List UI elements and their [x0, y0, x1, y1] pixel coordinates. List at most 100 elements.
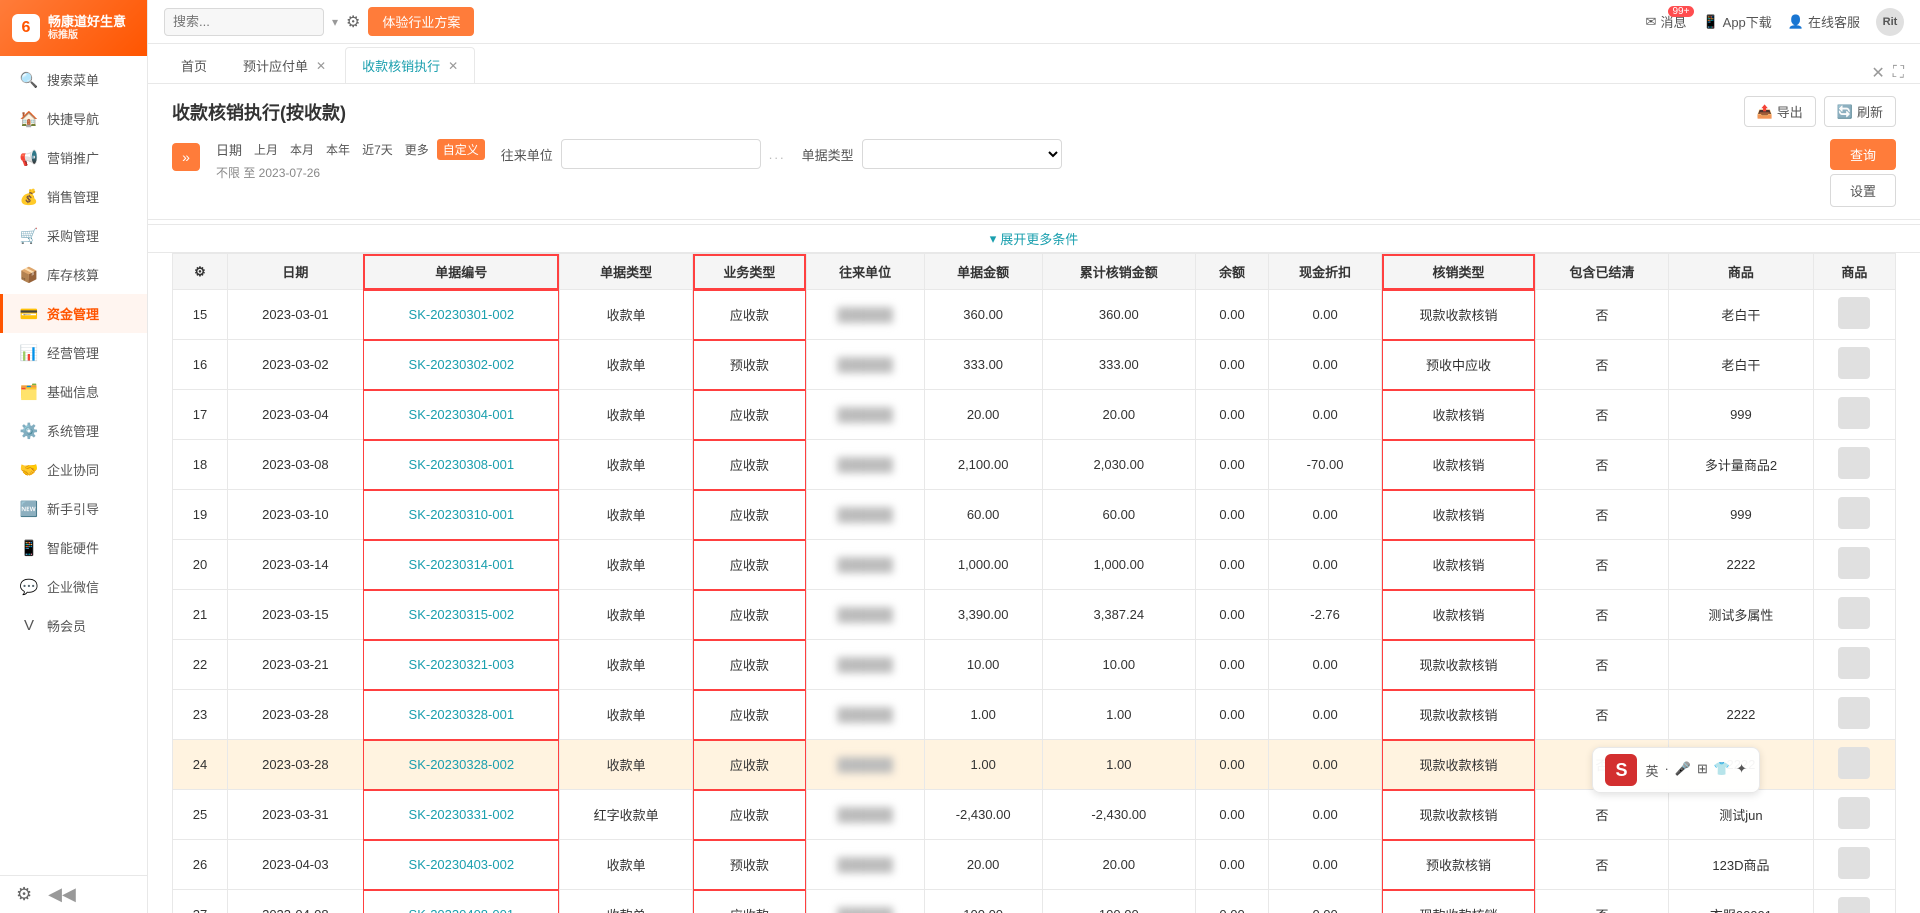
filter-voucher-type-group: 单据类型 — [802, 139, 1062, 169]
voucher-no-link[interactable]: SK-20230408-001 — [409, 907, 515, 913]
sidebar-item-operation[interactable]: 📊 经营管理 — [0, 333, 147, 372]
online-service-button[interactable]: 👤 在线客服 — [1788, 12, 1860, 31]
cell-include-settled: 否 — [1535, 540, 1668, 590]
cell-voucher-no: SK-20230314-001 — [363, 540, 559, 590]
sidebar-item-collab[interactable]: 🤝 企业协同 — [0, 450, 147, 489]
filter-expand-button[interactable]: ▾ 展开更多条件 — [148, 224, 1920, 252]
cell-date: 2023-03-15 — [228, 590, 364, 640]
voucher-no-link[interactable]: SK-20230314-001 — [409, 557, 515, 572]
table-row[interactable]: 18 2023-03-08 SK-20230308-001 收款单 应收款 ██… — [173, 440, 1896, 490]
sidebar-item-guide[interactable]: 🆕 新手引导 — [0, 489, 147, 528]
table-row[interactable]: 25 2023-03-31 SK-20230331-002 红字收款单 应收款 … — [173, 790, 1896, 840]
sidebar-item-hardware[interactable]: 📱 智能硬件 — [0, 528, 147, 567]
tab-maximize-icon[interactable]: ⛶ — [1893, 64, 1904, 82]
filter-date-custom[interactable]: 自定义 — [437, 139, 485, 160]
settings-gear-icon[interactable]: ⚙ — [16, 884, 32, 905]
cell-amount: 100.00 — [924, 890, 1042, 913]
cell-cash-discount: 0.00 — [1268, 290, 1381, 340]
solution-button[interactable]: 体验行业方案 — [368, 7, 474, 36]
voucher-no-link[interactable]: SK-20230315-002 — [409, 607, 515, 622]
voucher-no-link[interactable]: SK-20230328-002 — [409, 757, 515, 772]
filter-voucher-type-select[interactable] — [862, 139, 1062, 169]
table-row[interactable]: 27 2023-04-08 SK-20230408-001 收款单 应收款 ██… — [173, 890, 1896, 913]
cell-voucher-type: 收款单 — [559, 540, 692, 590]
sidebar-item-finance[interactable]: 💳 资金管理 — [0, 294, 147, 333]
topbar-search-input[interactable] — [164, 8, 324, 36]
cell-date: 2023-03-21 — [228, 640, 364, 690]
cell-cumulative: 1,000.00 — [1042, 540, 1196, 590]
refresh-button[interactable]: 🔄 刷新 — [1824, 96, 1896, 127]
cell-partner: ██████ — [806, 590, 924, 640]
sidebar-item-sales[interactable]: 💰 销售管理 — [0, 177, 147, 216]
cell-no: 27 — [173, 890, 228, 913]
table-row[interactable]: 19 2023-03-10 SK-20230310-001 收款单 应收款 ██… — [173, 490, 1896, 540]
cell-partner: ██████ — [806, 690, 924, 740]
sidebar-item-search[interactable]: 🔍 搜索菜单 — [0, 60, 147, 99]
cell-voucher-no: SK-20230301-002 — [363, 290, 559, 340]
sidebar-item-marketing[interactable]: 📢 营销推广 — [0, 138, 147, 177]
tab-payable[interactable]: 预计应付单 ✕ — [226, 47, 343, 83]
query-button[interactable]: 查询 — [1830, 139, 1896, 170]
filter-date-last-month[interactable]: 上月 — [250, 139, 282, 160]
table-row[interactable]: 16 2023-03-02 SK-20230302-002 收款单 预收款 ██… — [173, 340, 1896, 390]
table-row[interactable]: 15 2023-03-01 SK-20230301-002 收款单 应收款 ██… — [173, 290, 1896, 340]
message-button[interactable]: ✉ 消息 99+ — [1646, 12, 1687, 31]
sidebar-item-purchase[interactable]: 🛒 采购管理 — [0, 216, 147, 255]
filter-date-this-year[interactable]: 本年 — [322, 139, 354, 160]
cell-voucher-no: SK-20230331-002 — [363, 790, 559, 840]
voucher-no-link[interactable]: SK-20230301-002 — [409, 307, 515, 322]
sidebar-item-label-hardware: 智能硬件 — [47, 538, 99, 557]
app-download-button[interactable]: 📱 App下载 — [1702, 12, 1771, 31]
filter-date-buttons: 上月 本月 本年 近7天 更多 自定义 — [250, 139, 485, 160]
voucher-no-link[interactable]: SK-20230321-003 — [409, 657, 515, 672]
logo-main-text: 畅康道好生意 — [48, 14, 126, 30]
table-row[interactable]: 22 2023-03-21 SK-20230321-003 收款单 应收款 ██… — [173, 640, 1896, 690]
col-header-balance: 余额 — [1196, 254, 1269, 290]
sidebar-item-basic[interactable]: 🗂️ 基础信息 — [0, 372, 147, 411]
cell-product: 2222 — [1669, 540, 1814, 590]
settings-button[interactable]: 设置 — [1830, 174, 1896, 207]
table-row[interactable]: 21 2023-03-15 SK-20230315-002 收款单 应收款 ██… — [173, 590, 1896, 640]
collapse-icon[interactable]: ◀◀ — [48, 884, 76, 905]
tab-collection-close-icon[interactable]: ✕ — [448, 59, 458, 73]
marketing-icon: 📢 — [19, 149, 39, 167]
cell-balance: 0.00 — [1196, 640, 1269, 690]
cell-voucher-type: 收款单 — [559, 490, 692, 540]
table-row[interactable]: 20 2023-03-14 SK-20230314-001 收款单 应收款 ██… — [173, 540, 1896, 590]
voucher-no-link[interactable]: SK-20230328-001 — [409, 707, 515, 722]
filter-date-this-month[interactable]: 本月 — [286, 139, 318, 160]
sidebar-item-system[interactable]: ⚙️ 系统管理 — [0, 411, 147, 450]
voucher-no-link[interactable]: SK-20230310-001 — [409, 507, 515, 522]
topbar-gear-icon[interactable]: ⚙ — [346, 12, 360, 32]
voucher-no-link[interactable]: SK-20230304-001 — [409, 407, 515, 422]
table-row[interactable]: 23 2023-03-28 SK-20230328-001 收款单 应收款 ██… — [173, 690, 1896, 740]
cell-cumulative: 333.00 — [1042, 340, 1196, 390]
voucher-no-link[interactable]: SK-20230308-001 — [409, 457, 515, 472]
partner-blurred: ██████ — [838, 657, 893, 672]
col-header-gear[interactable]: ⚙ — [173, 254, 228, 290]
cell-cumulative: 360.00 — [1042, 290, 1196, 340]
filter-partner-input[interactable] — [561, 139, 761, 169]
table-row[interactable]: 17 2023-03-04 SK-20230304-001 收款单 应收款 ██… — [173, 390, 1896, 440]
sidebar-item-wechat[interactable]: 💬 企业微信 — [0, 567, 147, 606]
voucher-no-link[interactable]: SK-20230331-002 — [409, 807, 515, 822]
cell-product: 2222 — [1669, 690, 1814, 740]
voucher-no-link[interactable]: SK-20230403-002 — [409, 857, 515, 872]
voucher-no-link[interactable]: SK-20230302-002 — [409, 357, 515, 372]
filter-toggle-button[interactable]: » — [172, 143, 200, 171]
sidebar-item-inventory[interactable]: 📦 库存核算 — [0, 255, 147, 294]
col-header-cumulative: 累计核销金额 — [1042, 254, 1196, 290]
tab-close-all-icon[interactable]: ✕ — [1871, 63, 1884, 83]
sidebar-item-quicknav[interactable]: 🏠 快捷导航 — [0, 99, 147, 138]
tab-payable-close-icon[interactable]: ✕ — [316, 59, 326, 73]
avatar[interactable]: Rit — [1876, 8, 1904, 36]
filter-date-more[interactable]: 更多 — [401, 139, 433, 160]
table-container[interactable]: ⚙ 日期 单据编号 单据类型 业务类型 往来单位 单据金额 累计核销金额 余额 … — [148, 253, 1920, 913]
cell-product: 999 — [1669, 490, 1814, 540]
export-button[interactable]: 📤 导出 — [1744, 96, 1816, 127]
sidebar-item-member[interactable]: V 畅会员 — [0, 606, 147, 645]
table-row[interactable]: 26 2023-04-03 SK-20230403-002 收款单 预收款 ██… — [173, 840, 1896, 890]
filter-date-7days[interactable]: 近7天 — [358, 139, 397, 160]
tab-collection[interactable]: 收款核销执行 ✕ — [345, 47, 475, 83]
tab-home[interactable]: 首页 — [164, 47, 224, 83]
